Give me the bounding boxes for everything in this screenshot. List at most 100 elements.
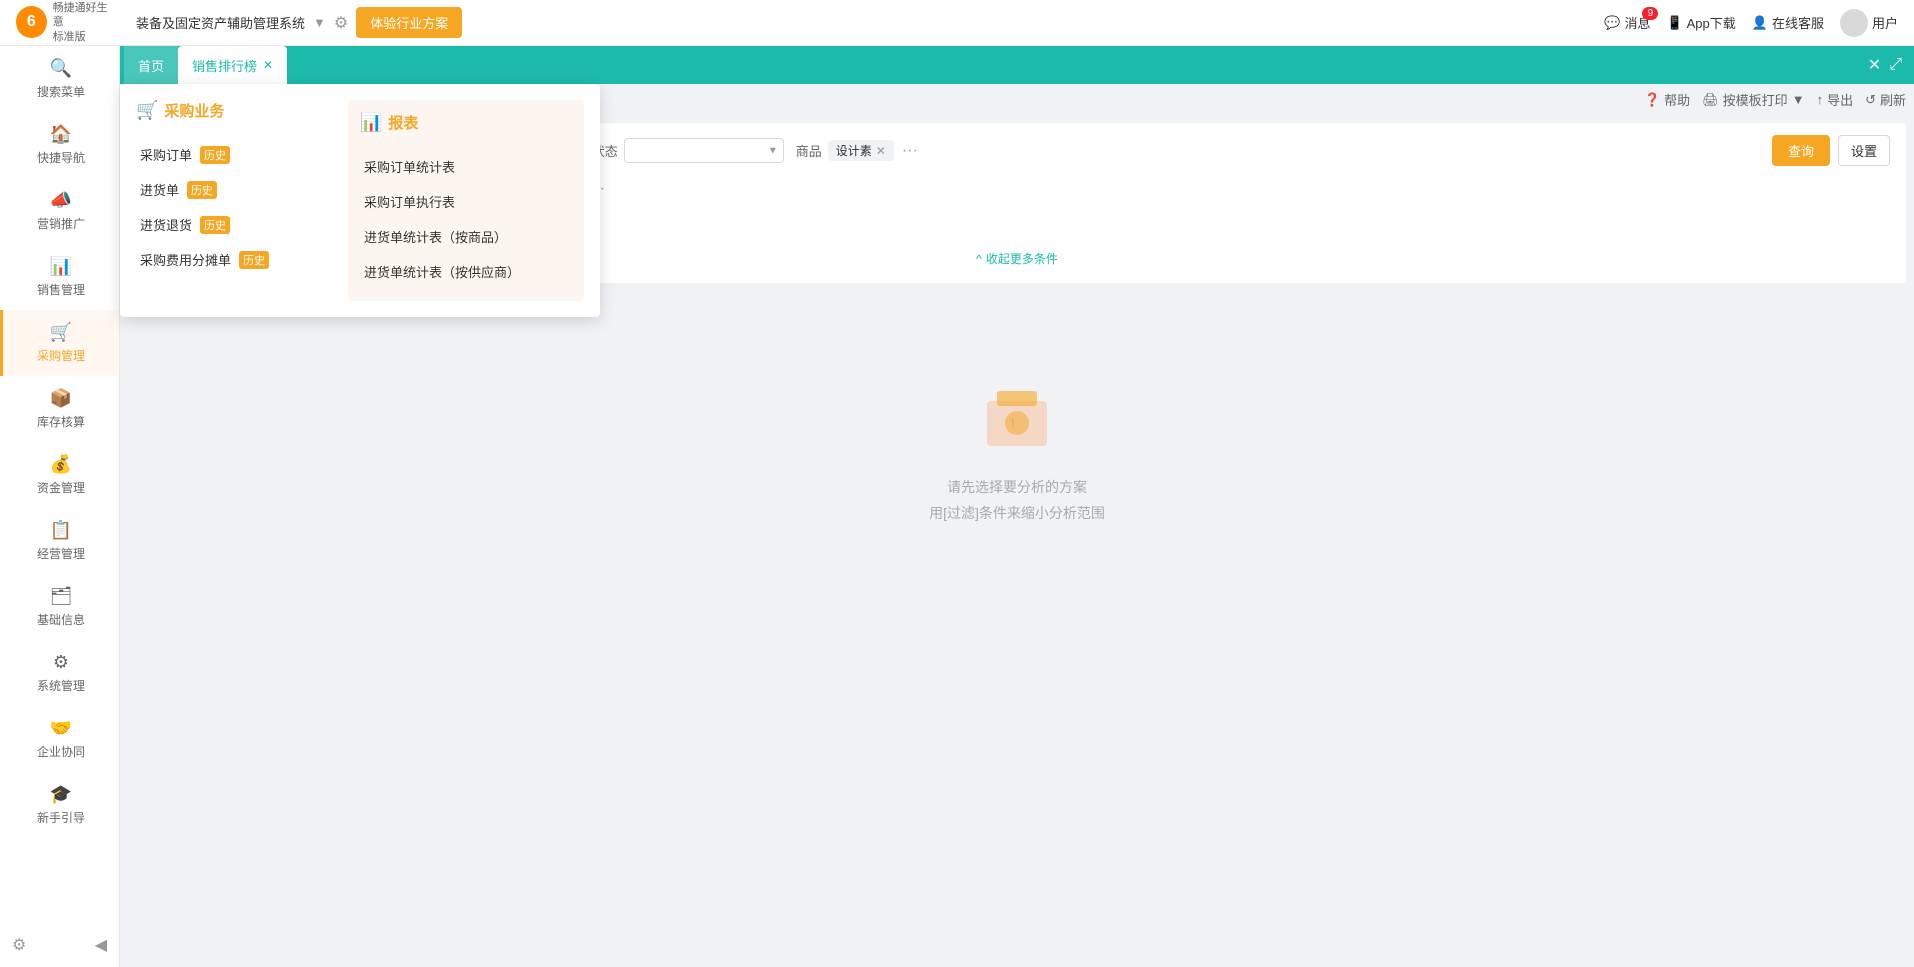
- message-icon: 💬: [1604, 15, 1620, 31]
- dropdown-col-right: 📊 报表 采购订单统计表 采购订单执行表 进货单统计表（按商品） 进货单统计表（…: [348, 100, 584, 301]
- dropdown-menu: 🛒 采购业务 采购订单 历史 进货单 历史 进货退货 历史 采购费用分摊单 历史: [120, 84, 600, 317]
- dropdown-right-title: 报表: [388, 112, 418, 133]
- collapse-label: 收起更多条件: [986, 250, 1058, 267]
- sidebar-collapse-btn[interactable]: ◀: [95, 935, 107, 955]
- refresh-icon: ↺: [1865, 92, 1876, 108]
- tab-bar-right: ✕ ⤢: [1868, 55, 1910, 75]
- status-select-wrapper: ▼: [624, 138, 784, 163]
- refresh-btn[interactable]: ↺ 刷新: [1865, 90, 1906, 109]
- logo-icon: 6: [16, 6, 47, 38]
- sidebar-settings-btn[interactable]: ⚙: [12, 935, 26, 955]
- sidebar-item-inventory[interactable]: 📦 库存核算: [0, 376, 119, 442]
- history-badge-3: 历史: [200, 216, 230, 234]
- sidebar-item-label: 搜索菜单: [37, 83, 85, 100]
- tab-home-label: 首页: [138, 56, 164, 75]
- sidebar-item-label: 系统管理: [37, 677, 85, 694]
- goods-more-btn[interactable]: ···: [898, 142, 922, 160]
- incoming-label: 进货单: [140, 180, 179, 199]
- print-btn[interactable]: 🖨 按模板打印 ▼: [1702, 90, 1804, 109]
- tab-home[interactable]: 首页: [124, 46, 178, 84]
- goods-tag-close[interactable]: ✕: [876, 144, 886, 158]
- incoming-stats-goods-label: 进货单统计表（按商品）: [364, 227, 507, 246]
- empty-hint-1: 请先选择要分析的方案: [947, 477, 1087, 497]
- refresh-label: 刷新: [1880, 90, 1906, 109]
- sidebar-item-marketing[interactable]: 📣 营销推广: [0, 178, 119, 244]
- purchase-order-label: 采购订单: [140, 145, 192, 164]
- sidebar-item-finance[interactable]: 💰 资金管理: [0, 442, 119, 508]
- settings-icon[interactable]: ⚙: [334, 13, 348, 33]
- sidebar-item-purchase[interactable]: 🛒 采购管理: [0, 310, 119, 376]
- dropdown-item-expense[interactable]: 采购费用分摊单 历史: [136, 242, 348, 277]
- query-btn[interactable]: 查询: [1772, 135, 1830, 166]
- empty-state: ! 请先选择要分析的方案 用[过滤]条件来缩小分析范围: [120, 291, 1914, 609]
- online-service-btn[interactable]: 👤 在线客服: [1752, 13, 1824, 32]
- message-badge: 9: [1642, 7, 1658, 20]
- dropdown-item-incoming-stats-supplier[interactable]: 进货单统计表（按供应商）: [360, 254, 572, 289]
- sidebar-item-operations[interactable]: 📋 经营管理: [0, 508, 119, 574]
- tab-close-all-btn[interactable]: ✕: [1868, 55, 1881, 75]
- svg-text:!: !: [1011, 416, 1015, 431]
- sidebar-item-label: 经营管理: [37, 545, 85, 562]
- help-btn[interactable]: ❓ 帮助: [1644, 90, 1690, 109]
- status-select[interactable]: [624, 138, 784, 163]
- dropdown-left-title: 采购业务: [164, 100, 224, 121]
- sidebar-item-label: 企业协同: [37, 743, 85, 760]
- dropdown-item-return[interactable]: 进货退货 历史: [136, 207, 348, 242]
- sidebar-item-enterprise[interactable]: 🤝 企业协同: [0, 706, 119, 772]
- sidebar-item-search[interactable]: 🔍 搜索菜单: [0, 46, 119, 112]
- tab-sales-ranking[interactable]: 销售排行榜 ✕: [178, 46, 287, 84]
- expense-label: 采购费用分摊单: [140, 250, 231, 269]
- sidebar: 🔍 搜索菜单 🏠 快捷导航 📣 营销推广 📊 销售管理 🛒 采购管理 📦 库存核…: [0, 46, 120, 967]
- dropdown-item-purchase-order[interactable]: 采购订单 历史: [136, 137, 348, 172]
- message-btn[interactable]: 💬 消息 9: [1604, 13, 1650, 32]
- history-badge-1: 历史: [200, 146, 230, 164]
- sidebar-bottom: ⚙ ◀: [0, 923, 119, 967]
- service-icon: 👤: [1752, 15, 1768, 31]
- empty-hint-2: 用[过滤]条件来缩小分析范围: [929, 503, 1105, 523]
- basic-icon: 🗂: [50, 586, 73, 607]
- dropdown-item-incoming[interactable]: 进货单 历史: [136, 172, 348, 207]
- marketing-icon: 📣: [50, 190, 72, 211]
- purchase-order-stats-label: 采购订单统计表: [364, 157, 455, 176]
- app-download-btn[interactable]: 📱 App下载: [1666, 13, 1735, 32]
- topbar-actions: 💬 消息 9 📱 App下载 👤 在线客服 用户: [1604, 9, 1898, 37]
- empty-icon: !: [967, 371, 1067, 461]
- online-service-label: 在线客服: [1772, 13, 1824, 32]
- settings-filter-btn[interactable]: 设置: [1838, 135, 1890, 166]
- dropdown-left-header: 🛒 采购业务: [136, 100, 348, 125]
- dropdown-item-purchase-order-stats[interactable]: 采购订单统计表: [360, 149, 572, 184]
- sidebar-item-sales[interactable]: 📊 销售管理: [0, 244, 119, 310]
- dropdown-item-incoming-stats-goods[interactable]: 进货单统计表（按商品）: [360, 219, 572, 254]
- goods-tag-text: 设计素: [836, 142, 872, 159]
- tab-expand-btn[interactable]: ⤢: [1889, 56, 1902, 74]
- user-avatar: [1840, 9, 1868, 37]
- tab-sales-ranking-label: 销售排行榜: [192, 56, 257, 75]
- logo: 6 畅捷通好生意 标准版: [16, 1, 116, 44]
- search-icon: 🔍: [50, 58, 72, 79]
- sidebar-item-quick-nav[interactable]: 🏠 快捷导航: [0, 112, 119, 178]
- dropdown-right-header: 📊 报表: [360, 112, 572, 137]
- guide-icon: 🎓: [50, 784, 72, 805]
- logo-text: 畅捷通好生意 标准版: [53, 1, 116, 44]
- goods-tag-container: 设计素 ✕ ···: [828, 140, 922, 161]
- export-btn[interactable]: ↑ 导出: [1817, 90, 1854, 109]
- topbar: 6 畅捷通好生意 标准版 装备及固定资产辅助管理系统 ▼ ⚙ 体验行业方案 💬 …: [0, 0, 1914, 46]
- dropdown-item-purchase-order-exec[interactable]: 采购订单执行表: [360, 184, 572, 219]
- sidebar-item-basic[interactable]: 🗂 基础信息: [0, 574, 119, 640]
- return-label: 进货退货: [140, 215, 192, 234]
- tab-close-btn[interactable]: ✕: [263, 58, 273, 72]
- sidebar-item-guide[interactable]: 🎓 新手引导: [0, 772, 119, 838]
- topbar-center: 装备及固定资产辅助管理系统 ▼ ⚙ 体验行业方案: [116, 7, 1604, 38]
- export-icon: ↑: [1817, 92, 1824, 107]
- sidebar-item-system[interactable]: ⚙ 系统管理: [0, 640, 119, 706]
- user-btn[interactable]: 用户: [1840, 9, 1898, 37]
- query-actions: 查询 设置: [1772, 135, 1890, 166]
- sidebar-item-label: 快捷导航: [37, 149, 85, 166]
- dropdown-col-left: 🛒 采购业务 采购订单 历史 进货单 历史 进货退货 历史 采购费用分摊单 历史: [136, 100, 348, 301]
- print-arrow: ▼: [1792, 92, 1805, 107]
- system-dropdown-icon[interactable]: ▼: [313, 15, 326, 30]
- tab-bar: 首页 销售排行榜 ✕ ✕ ⤢: [120, 46, 1914, 84]
- industry-btn[interactable]: 体验行业方案: [356, 7, 462, 38]
- dropdown-cols: 🛒 采购业务 采购订单 历史 进货单 历史 进货退货 历史 采购费用分摊单 历史: [136, 100, 584, 301]
- history-badge-4: 历史: [239, 251, 269, 269]
